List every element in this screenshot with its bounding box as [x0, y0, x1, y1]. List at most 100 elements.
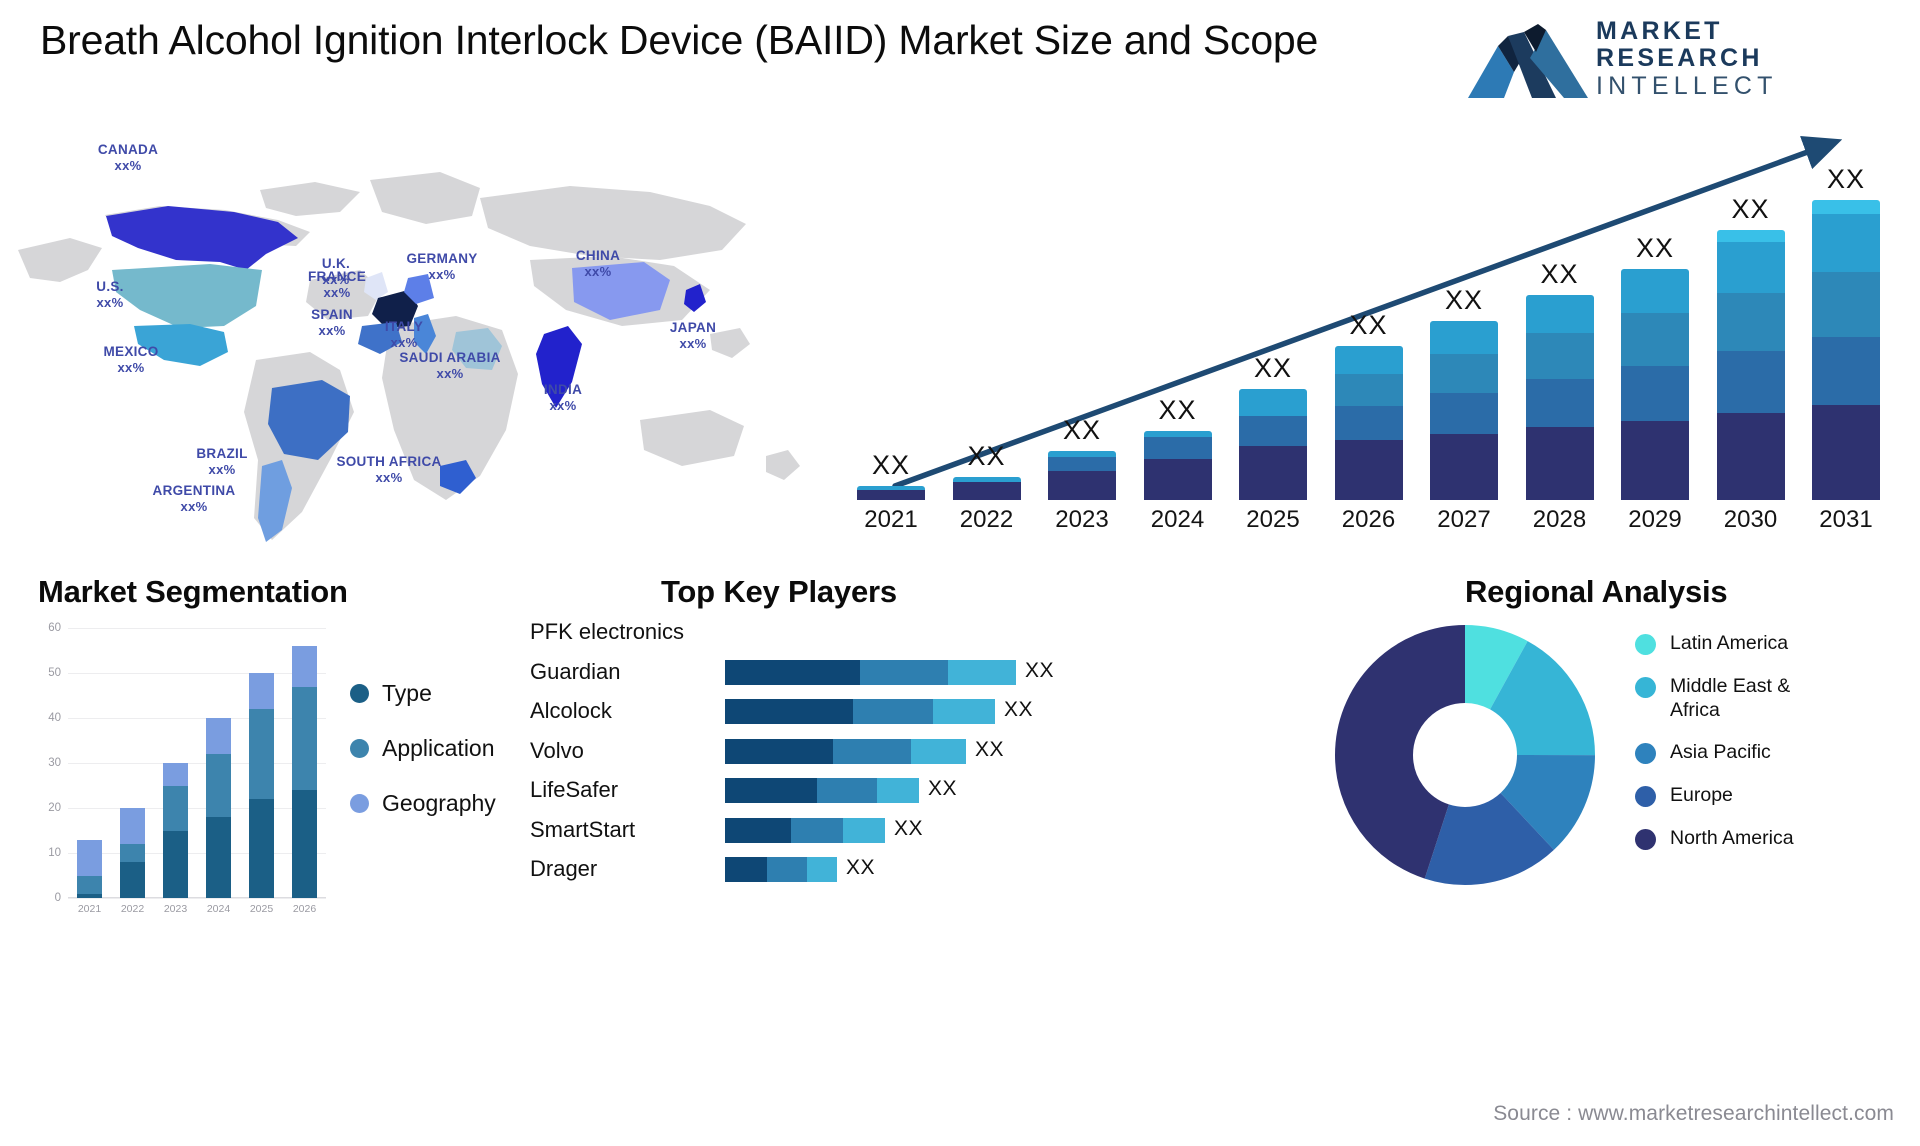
player-value-label: XX [846, 856, 876, 879]
segmentation-segment-application [292, 686, 317, 790]
forecast-bar-value-label: XX [967, 440, 1006, 471]
forecast-year-label: 2023 [1055, 506, 1109, 533]
map-label-percent: xx% [180, 498, 208, 514]
player-bar-segment-part-2 [817, 778, 877, 803]
legend-dot-icon [350, 739, 369, 758]
forecast-bar-stack [1143, 430, 1212, 500]
map-label-india: INDIA xx% [544, 382, 582, 413]
forecast-bar-value-label: XX [1540, 258, 1579, 289]
regional-legend-item-middle-east-africa[interactable]: Middle East & Africa [1635, 675, 1840, 723]
player-bar-segment-part-3 [911, 738, 966, 764]
segmentation-segment-application [120, 844, 145, 862]
forecast-bar-stack [857, 485, 925, 500]
forecast-bar-2028: XX 2028 [1525, 259, 1594, 533]
forecast-year-label: 2026 [1341, 506, 1396, 533]
forecast-bar-segment-segment-1 [1239, 445, 1307, 500]
forecast-bar-value-label: XX [1062, 415, 1102, 446]
legend-dot-icon [1635, 786, 1656, 808]
forecast-bar-segment-segment-1 [1716, 412, 1785, 500]
map-label-country: GERMANY [406, 251, 478, 266]
segmentation-segment-geography [120, 808, 145, 844]
segmentation-segment-type [292, 790, 317, 898]
map-label-percent: xx% [390, 334, 418, 350]
segmentation-segment-geography [163, 763, 188, 786]
map-label-country: CHINA [575, 248, 621, 263]
forecast-bar-value-label: XX [1635, 232, 1675, 263]
player-bar-segment-part-2 [833, 738, 911, 764]
market-segmentation-title: Market Segmentation [38, 574, 348, 609]
forecast-year-label: 2028 [1532, 506, 1587, 533]
player-bar-stack [725, 738, 966, 764]
player-bar-stack [725, 817, 885, 843]
segmentation-legend-item-type[interactable]: Type [350, 680, 496, 707]
segmentation-segment-geography [249, 673, 274, 709]
map-label-country: INDIA [543, 382, 583, 397]
forecast-bar-2023: XX 2023 [1048, 415, 1116, 533]
map-label-brazil: BRAZIL xx% [196, 446, 247, 477]
segmentation-segment-geography [77, 839, 102, 876]
segmentation-y-tick: 30 [48, 757, 61, 769]
forecast-bar-segment-segment-5 [1812, 200, 1880, 215]
mountain-m-logo-icon [1468, 24, 1588, 98]
map-label-percent: xx% [208, 461, 236, 477]
forecast-bar-value-label: XX [1158, 394, 1197, 425]
player-row: PFK electronics [520, 617, 1140, 647]
player-bar-stack [725, 857, 837, 882]
segmentation-legend-item-application[interactable]: Application [350, 735, 496, 762]
map-label-mexico: MEXICO xx% [103, 344, 158, 375]
segmentation-legend-label: Geography [382, 790, 496, 816]
player-row: LifeSafer XX [520, 775, 1140, 805]
segmentation-gridline [68, 853, 326, 854]
forecast-year-label: 2024 [1150, 506, 1205, 533]
map-label-percent: xx% [375, 469, 403, 485]
forecast-bar-segment-segment-1 [857, 490, 925, 500]
forecast-bar-segment-segment-3 [1525, 333, 1594, 379]
forecast-bar-segment-segment-4 [1525, 294, 1594, 334]
forecast-bar-segment-segment-4 [1143, 430, 1212, 438]
map-label-country: SAUDI ARABIA [399, 350, 501, 365]
player-value-label: XX [1004, 698, 1034, 721]
map-label-spain: SPAIN xx% [311, 307, 353, 338]
segmentation-bar-2021 [77, 839, 102, 898]
player-row: Guardian XX [520, 657, 1140, 687]
segmentation-y-tick: 60 [48, 622, 61, 634]
forecast-bar-segment-segment-4 [1239, 388, 1307, 417]
regional-legend-item-north-america[interactable]: North America [1635, 827, 1840, 851]
legend-dot-icon [350, 794, 369, 813]
player-bar-stack [725, 778, 919, 803]
segmentation-gridline [68, 898, 326, 899]
segmentation-legend-item-geography[interactable]: Geography [350, 790, 496, 817]
header: Breath Alcohol Ignition Interlock Device… [0, 0, 1920, 130]
forecast-bar-stack [1430, 321, 1498, 500]
player-bar-segment-part-1 [725, 817, 791, 843]
player-bar-segment-part-1 [725, 699, 853, 724]
player-bar-segment-part-3 [948, 659, 1016, 685]
world-map-panel: CANADA xx% U.S. xx% MEXICO xx% BRAZIL xx% ARGENT… [10, 120, 830, 560]
player-bar-segment-part-2 [853, 699, 933, 724]
forecast-year-label: 2021 [864, 506, 918, 533]
forecast-bar-segment-segment-3 [1716, 292, 1785, 352]
player-bar-segment-part-2 [791, 817, 843, 843]
regional-legend-item-asia-pacific[interactable]: Asia Pacific [1635, 741, 1840, 765]
segmentation-x-tick: 2022 [120, 903, 145, 915]
map-label-percent: xx% [549, 397, 577, 413]
regional-legend-item-europe[interactable]: Europe [1635, 784, 1840, 808]
map-label-canada: CANADA xx% [98, 142, 158, 173]
segmentation-x-tick: 2021 [77, 903, 102, 915]
forecast-bar-segment-segment-3 [1812, 271, 1880, 337]
logo-line-market: MARKET [1596, 17, 1723, 45]
top-key-players-panel: Top Key Players PFK electronics Guardian X… [520, 570, 1140, 920]
player-value-label: XX [1025, 658, 1055, 682]
forecast-bar-segment-segment-4 [1812, 214, 1880, 272]
forecast-bar-segment-segment-1 [1525, 427, 1594, 500]
regional-legend-item-latin-america[interactable]: Latin America [1635, 632, 1840, 656]
forecast-year-label: 2027 [1437, 506, 1491, 533]
legend-dot-icon [1635, 676, 1656, 698]
map-label-country: ITALY [384, 319, 424, 334]
forecast-bar-segment-segment-1 [1812, 405, 1880, 500]
forecast-bar-segment-segment-3 [1334, 374, 1403, 407]
player-bar-segment-part-2 [767, 857, 807, 882]
map-label-percent: xx% [318, 322, 346, 338]
market-segmentation-legend: Type Application Geography [350, 680, 496, 845]
player-row: SmartStart XX [520, 815, 1140, 845]
